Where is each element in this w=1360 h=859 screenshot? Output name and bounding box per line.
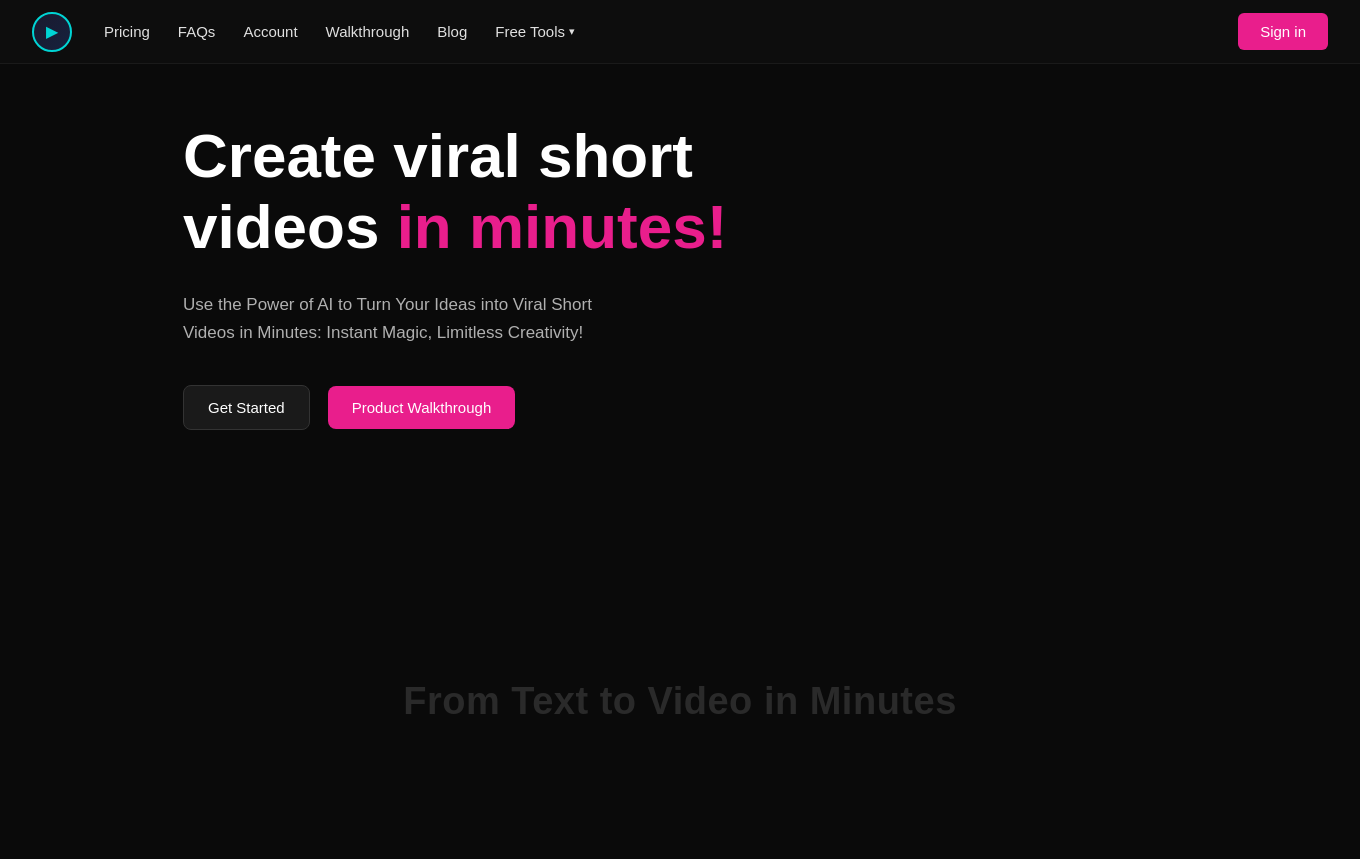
nav-item-faqs[interactable]: FAQs <box>178 23 216 41</box>
free-tools-label: Free Tools <box>495 23 565 40</box>
hero-description: Use the Power of AI to Turn Your Ideas i… <box>183 291 643 347</box>
get-started-button[interactable]: Get Started <box>183 385 310 430</box>
bottom-section: From Text to Video in Minutes <box>0 620 1360 763</box>
nav-links: Pricing FAQs Account Walkthrough Blog Fr… <box>104 23 575 41</box>
hero-title-accent: in minutes! <box>397 192 728 261</box>
logo[interactable]: ▶ <box>32 12 72 52</box>
hero-title: Create viral short videos in minutes! <box>183 120 783 263</box>
hero-section: Create viral short videos in minutes! Us… <box>0 0 1360 620</box>
nav-item-free-tools[interactable]: Free Tools ▾ <box>495 23 575 40</box>
nav-item-blog[interactable]: Blog <box>437 23 467 41</box>
faqs-link[interactable]: FAQs <box>178 23 216 40</box>
nav-item-pricing[interactable]: Pricing <box>104 23 150 41</box>
navbar-left: ▶ Pricing FAQs Account Walkthrough Blog … <box>32 12 575 52</box>
sign-in-button[interactable]: Sign in <box>1238 13 1328 50</box>
blog-link[interactable]: Blog <box>437 23 467 40</box>
nav-item-account[interactable]: Account <box>243 23 297 41</box>
nav-item-walkthrough[interactable]: Walkthrough <box>326 23 410 41</box>
walkthrough-link[interactable]: Walkthrough <box>326 23 410 40</box>
hero-buttons: Get Started Product Walkthrough <box>183 385 1177 430</box>
bottom-title: From Text to Video in Minutes <box>0 680 1360 723</box>
pricing-link[interactable]: Pricing <box>104 23 150 40</box>
chevron-down-icon: ▾ <box>569 25 575 38</box>
free-tools-link[interactable]: Free Tools ▾ <box>495 23 575 40</box>
navbar: ▶ Pricing FAQs Account Walkthrough Blog … <box>0 0 1360 64</box>
play-icon: ▶ <box>46 22 58 41</box>
product-walkthrough-button[interactable]: Product Walkthrough <box>328 386 516 429</box>
account-link[interactable]: Account <box>243 23 297 40</box>
